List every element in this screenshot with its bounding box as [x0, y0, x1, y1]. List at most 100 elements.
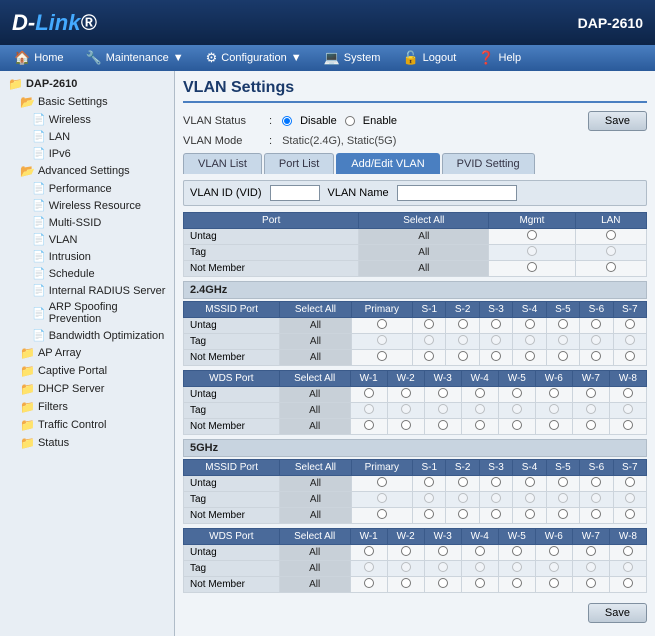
mssid5-tag-s6-radio[interactable]: [591, 493, 601, 503]
wds5-tag-w5-radio[interactable]: [512, 562, 522, 572]
sidebar-item-arp[interactable]: 📄 ARP Spoofing Prevention: [0, 299, 174, 327]
wds5-tag-w7-radio[interactable]: [586, 562, 596, 572]
mssid24-tag-primary-radio[interactable]: [377, 335, 387, 345]
sidebar-item-intrusion[interactable]: 📄 Intrusion: [0, 248, 174, 265]
wds5-untag-w4-radio[interactable]: [475, 546, 485, 556]
wds24-notmember-w5-radio[interactable]: [512, 420, 522, 430]
sidebar-group-dhcp[interactable]: 📁 DHCP Server: [0, 380, 174, 398]
mssid5-notmember-s7-radio[interactable]: [625, 509, 635, 519]
mssid24-notmember-s4-radio[interactable]: [525, 351, 535, 361]
wds5-notmember-w2-radio[interactable]: [401, 578, 411, 588]
wds24-notmember-w4-radio[interactable]: [475, 420, 485, 430]
mssid24-untag-s1-radio[interactable]: [424, 319, 434, 329]
mssid24-notmember-s1-radio[interactable]: [424, 351, 434, 361]
wds5-tag-w2-radio[interactable]: [401, 562, 411, 572]
sidebar-group-traffic[interactable]: 📁 Traffic Control: [0, 416, 174, 434]
vlan-status-disable-radio[interactable]: [282, 116, 292, 126]
wds5-notmember-w5-radio[interactable]: [512, 578, 522, 588]
sidebar-item-lan[interactable]: 📄 LAN: [0, 128, 174, 145]
mssid24-untag-s7-radio[interactable]: [625, 319, 635, 329]
mssid5-tag-s1-radio[interactable]: [424, 493, 434, 503]
wds5-untag-w3-radio[interactable]: [438, 546, 448, 556]
mssid5-tag-s2-radio[interactable]: [458, 493, 468, 503]
mssid5-notmember-primary-radio[interactable]: [377, 509, 387, 519]
mssid5-tag-s7-radio[interactable]: [625, 493, 635, 503]
sidebar-item-performance[interactable]: 📄 Performance: [0, 180, 174, 197]
wds24-untag-w3-radio[interactable]: [438, 388, 448, 398]
mssid24-notmember-s5-radio[interactable]: [558, 351, 568, 361]
wds24-tag-w6-radio[interactable]: [549, 404, 559, 414]
sidebar-group-advanced[interactable]: 📂 Advanced Settings: [0, 162, 174, 180]
tab-port-list[interactable]: Port List: [264, 153, 334, 174]
wds24-tag-w7-radio[interactable]: [586, 404, 596, 414]
nav-logout[interactable]: 🔓 Logout: [392, 47, 466, 69]
sidebar-group-captive[interactable]: 📁 Captive Portal: [0, 362, 174, 380]
wds24-notmember-w2-radio[interactable]: [401, 420, 411, 430]
wds24-tag-w4-radio[interactable]: [475, 404, 485, 414]
port-untag-mgmt-radio[interactable]: [527, 230, 537, 240]
save-button-bottom[interactable]: Save: [588, 603, 647, 623]
mssid5-untag-s7-radio[interactable]: [625, 477, 635, 487]
mssid5-notmember-s5-radio[interactable]: [558, 509, 568, 519]
nav-maintenance[interactable]: 🔧 Maintenance ▼: [76, 47, 194, 69]
save-button-top[interactable]: Save: [588, 111, 647, 131]
tab-pvid-setting[interactable]: PVID Setting: [442, 153, 535, 174]
wds5-notmember-w3-radio[interactable]: [438, 578, 448, 588]
wds24-untag-w7-radio[interactable]: [586, 388, 596, 398]
mssid24-untag-s2-radio[interactable]: [458, 319, 468, 329]
port-notmember-mgmt-radio[interactable]: [527, 262, 537, 272]
wds24-notmember-w7-radio[interactable]: [586, 420, 596, 430]
wds5-notmember-w1-radio[interactable]: [364, 578, 374, 588]
wds24-tag-w8-radio[interactable]: [623, 404, 633, 414]
mssid5-tag-primary-radio[interactable]: [377, 493, 387, 503]
sidebar-item-radius[interactable]: 📄 Internal RADIUS Server: [0, 282, 174, 299]
wds24-untag-w4-radio[interactable]: [475, 388, 485, 398]
nav-home[interactable]: 🏠 Home: [4, 47, 74, 69]
nav-configuration[interactable]: ⚙ Configuration ▼: [196, 47, 312, 69]
wds24-untag-w8-radio[interactable]: [623, 388, 633, 398]
mssid5-tag-s3-radio[interactable]: [491, 493, 501, 503]
wds5-tag-w1-radio[interactable]: [364, 562, 374, 572]
tab-add-edit-vlan[interactable]: Add/Edit VLAN: [336, 153, 439, 174]
wds5-notmember-w6-radio[interactable]: [549, 578, 559, 588]
sidebar-root[interactable]: 📁 DAP-2610: [0, 75, 174, 93]
wds24-notmember-w6-radio[interactable]: [549, 420, 559, 430]
sidebar-item-wireless[interactable]: 📄 Wireless: [0, 111, 174, 128]
mssid24-notmember-s6-radio[interactable]: [591, 351, 601, 361]
wds5-notmember-w7-radio[interactable]: [586, 578, 596, 588]
mssid24-tag-s1-radio[interactable]: [424, 335, 434, 345]
mssid5-untag-s2-radio[interactable]: [458, 477, 468, 487]
wds5-tag-w6-radio[interactable]: [549, 562, 559, 572]
sidebar-group-status[interactable]: 📁 Status: [0, 434, 174, 452]
wds5-untag-w8-radio[interactable]: [623, 546, 633, 556]
mssid24-tag-s4-radio[interactable]: [525, 335, 535, 345]
sidebar-item-schedule[interactable]: 📄 Schedule: [0, 265, 174, 282]
mssid5-notmember-s1-radio[interactable]: [424, 509, 434, 519]
sidebar-item-wireless-resource[interactable]: 📄 Wireless Resource: [0, 197, 174, 214]
wds5-notmember-w8-radio[interactable]: [623, 578, 633, 588]
mssid24-notmember-s7-radio[interactable]: [625, 351, 635, 361]
mssid24-untag-primary-radio[interactable]: [377, 319, 387, 329]
wds5-untag-w2-radio[interactable]: [401, 546, 411, 556]
wds24-untag-w1-radio[interactable]: [364, 388, 374, 398]
mssid5-notmember-s4-radio[interactable]: [525, 509, 535, 519]
mssid5-notmember-s6-radio[interactable]: [591, 509, 601, 519]
wds5-untag-w7-radio[interactable]: [586, 546, 596, 556]
nav-help[interactable]: ❓ Help: [468, 47, 531, 69]
mssid24-tag-s2-radio[interactable]: [458, 335, 468, 345]
sidebar-item-ipv6[interactable]: 📄 IPv6: [0, 145, 174, 162]
sidebar-group-ap-array[interactable]: 📁 AP Array: [0, 344, 174, 362]
wds24-untag-w2-radio[interactable]: [401, 388, 411, 398]
sidebar-item-bandwidth[interactable]: 📄 Bandwidth Optimization: [0, 327, 174, 344]
mssid5-untag-primary-radio[interactable]: [377, 477, 387, 487]
mssid24-tag-s3-radio[interactable]: [491, 335, 501, 345]
mssid24-untag-s6-radio[interactable]: [591, 319, 601, 329]
wds24-untag-w6-radio[interactable]: [549, 388, 559, 398]
vlan-id-input[interactable]: [270, 185, 320, 201]
wds24-tag-w1-radio[interactable]: [364, 404, 374, 414]
mssid5-notmember-s2-radio[interactable]: [458, 509, 468, 519]
wds24-notmember-w1-radio[interactable]: [364, 420, 374, 430]
mssid24-tag-s6-radio[interactable]: [591, 335, 601, 345]
mssid5-untag-s1-radio[interactable]: [424, 477, 434, 487]
wds24-untag-w5-radio[interactable]: [512, 388, 522, 398]
